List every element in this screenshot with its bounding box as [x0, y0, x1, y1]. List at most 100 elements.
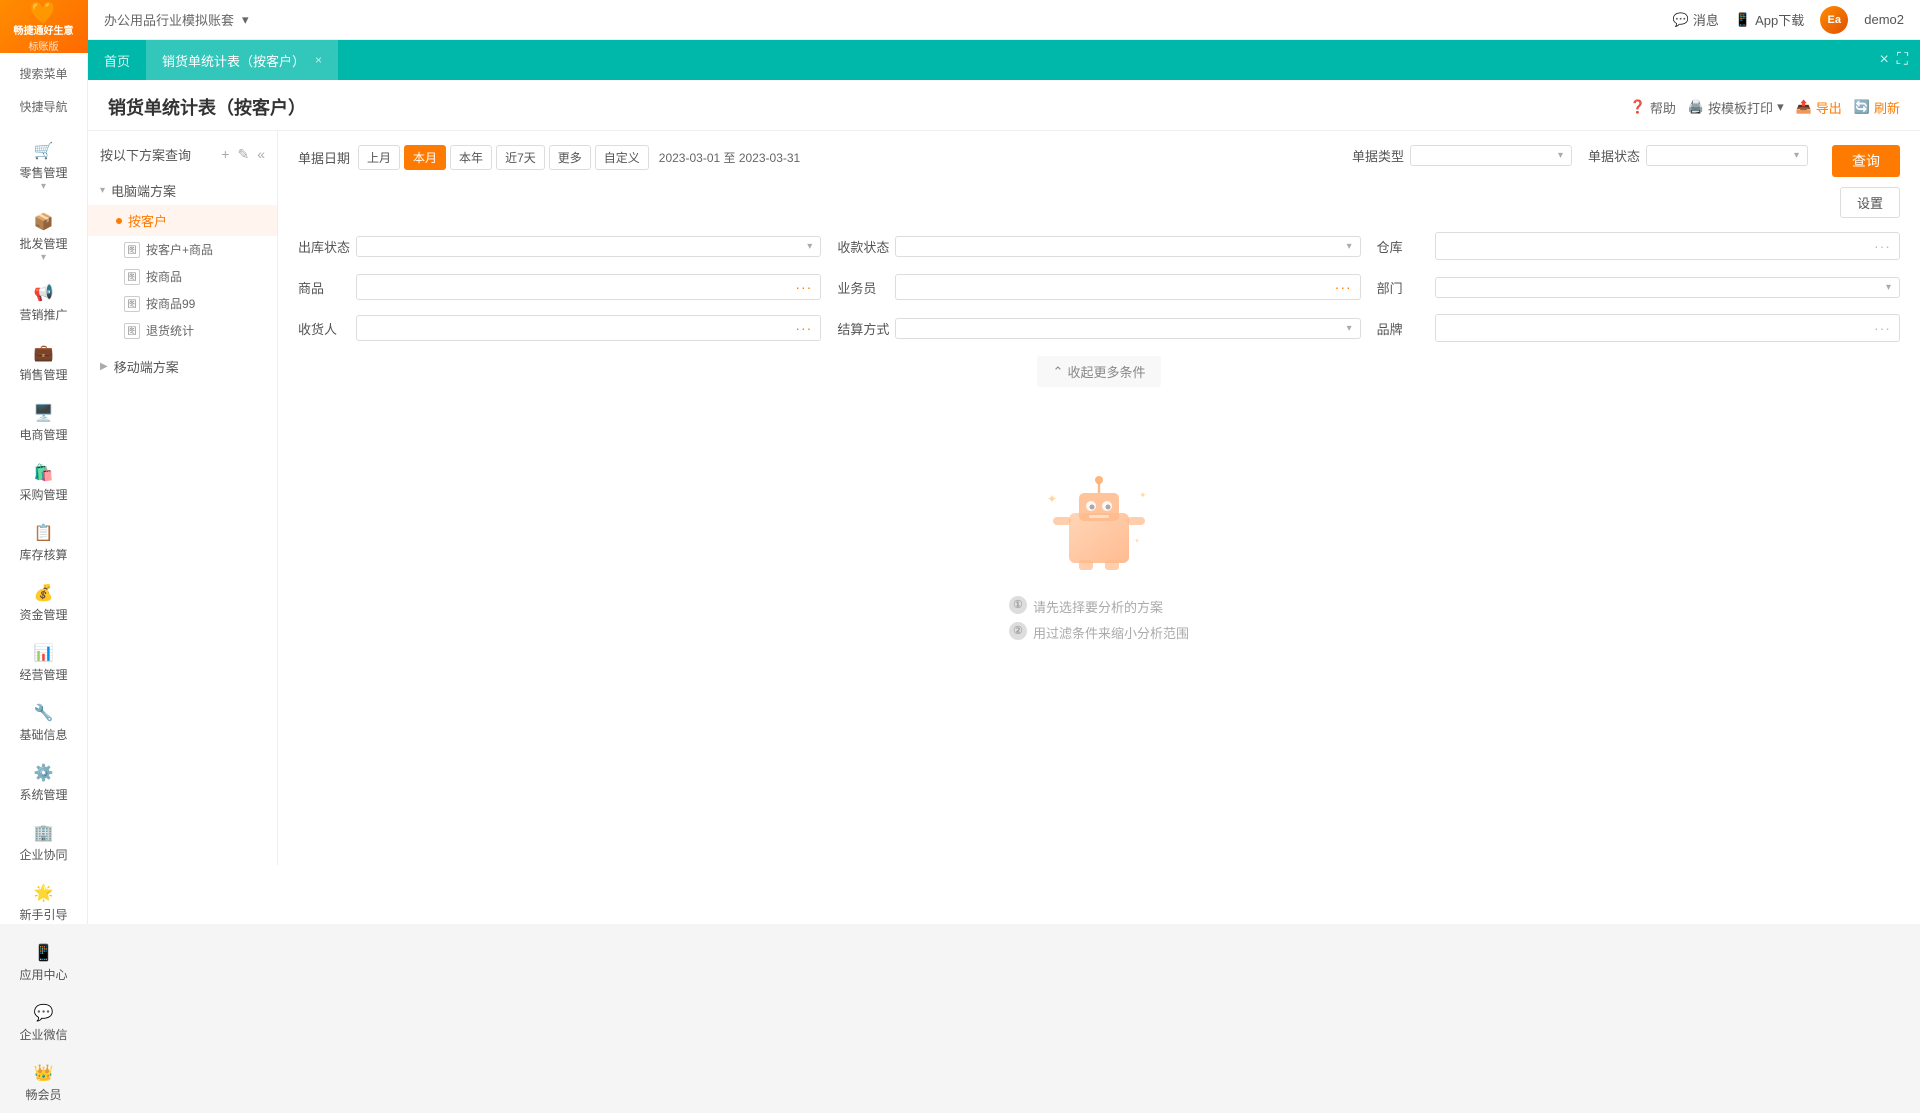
this-year-btn[interactable]: 本年	[450, 145, 492, 170]
resize-window-icon[interactable]: ⛶	[1897, 51, 1908, 69]
print-label: 按模板打印	[1708, 98, 1773, 117]
tab-home[interactable]: 首页	[88, 40, 146, 80]
settlement-arrow: ▾	[1347, 323, 1352, 334]
receiver-label: 收货人	[298, 319, 348, 338]
sidebar-item-operations[interactable]: 📊 经营管理	[0, 633, 87, 693]
sidebar-search-menu[interactable]: 搜索菜单	[0, 53, 87, 90]
empty-tips: ① 请先选择要分析的方案 ② 用过滤条件来缩小分析范围	[1009, 595, 1189, 647]
message-btn[interactable]: 💬 消息	[1673, 10, 1719, 29]
out-status-select[interactable]: ▾	[356, 236, 821, 257]
scheme-sub-goods[interactable]: 图 按商品	[88, 263, 277, 290]
out-status-label: 出库状态	[298, 237, 348, 256]
avatar[interactable]: Ea	[1820, 6, 1848, 34]
filter-row-2: 出库状态 ▾ 收款状态 ▾ 仓库	[298, 232, 1900, 260]
more-date-btn[interactable]: 更多	[549, 145, 591, 170]
refresh-btn[interactable]: 🔄 刷新	[1854, 98, 1900, 117]
salesperson-filter: 业务员 ···	[837, 274, 1360, 300]
scheme-sub-return[interactable]: 图 退货统计	[88, 317, 277, 344]
settlement-select[interactable]: ▾	[895, 318, 1360, 339]
sidebar-member-label: 畅会员	[0, 1086, 87, 1103]
department-select[interactable]: ▾	[1435, 277, 1900, 298]
sidebar-item-inventory[interactable]: 📋 库存核算	[0, 513, 87, 573]
sidebar-item-purchase[interactable]: 🛍️ 采购管理	[0, 453, 87, 513]
scheme-sub-customer-goods[interactable]: 图 按客户+商品	[88, 236, 277, 263]
receiver-select[interactable]: ···	[356, 315, 821, 341]
sidebar-wholesale-label: 批发管理	[0, 235, 87, 252]
date-label: 单据日期	[298, 148, 350, 167]
tab-close-btn[interactable]: ×	[315, 53, 322, 67]
scheme-edit-icon[interactable]: ✎	[237, 146, 249, 163]
scheme-add-icon[interactable]: +	[221, 146, 229, 163]
logo-title: 畅捷通好生意	[14, 26, 74, 38]
sidebar-appcenter-label: 应用中心	[0, 966, 87, 983]
refresh-label: 刷新	[1874, 98, 1900, 117]
home-tab-label: 首页	[104, 51, 130, 70]
scheme-item-customer[interactable]: 按客户	[88, 205, 277, 236]
sidebar-item-basic[interactable]: 🔧 基础信息	[0, 693, 87, 753]
collapse-more-btn[interactable]: ⌃ 收起更多条件	[1037, 356, 1162, 387]
scheme-desktop-title[interactable]: ▾ 电脑端方案	[88, 176, 277, 205]
industry-selector[interactable]: 办公用品行业模拟账套 ▾	[104, 10, 249, 29]
brand-select[interactable]: ···	[1435, 314, 1900, 342]
doc-status-arrow: ▾	[1794, 150, 1799, 161]
help-btn[interactable]: ❓ 帮助	[1630, 98, 1676, 117]
mobile-group-label: 移动端方案	[114, 357, 179, 376]
query-btn[interactable]: 查询	[1832, 145, 1900, 177]
salesperson-select[interactable]: ···	[895, 274, 1360, 300]
page-content: 销货单统计表（按客户） ❓ 帮助 🖨️ 按模板打印 ▾ 📤 导出 🔄 刷新	[88, 80, 1920, 924]
last-month-btn[interactable]: 上月	[358, 145, 400, 170]
tip1-num: ①	[1009, 596, 1027, 614]
sidebar-item-sales[interactable]: 💼 销售管理	[0, 333, 87, 393]
sidebar-item-wechat[interactable]: 💬 企业微信	[0, 993, 87, 1053]
main-area: 办公用品行业模拟账套 ▾ 💬 消息 📱 App下载 Ea demo2 首页 销货…	[88, 0, 1920, 924]
receipt-status-select[interactable]: ▾	[895, 236, 1360, 257]
doc-type-arrow: ▾	[1558, 150, 1563, 161]
sidebar-item-enterprise[interactable]: 🏢 企业协同	[0, 813, 87, 873]
export-btn[interactable]: 📤 导出	[1796, 98, 1842, 117]
scheme-collapse-icon[interactable]: «	[257, 146, 265, 163]
sidebar-ecommerce-label: 电商管理	[0, 426, 87, 443]
department-filter: 部门 ▾	[1377, 277, 1900, 298]
sidebar-item-wholesale[interactable]: 📦 批发管理 ▾	[0, 202, 87, 273]
sidebar-wechat-label: 企业微信	[0, 1026, 87, 1043]
goods-icon: 图	[124, 269, 140, 285]
scheme-mobile-title[interactable]: ▶ 移动端方案	[88, 352, 277, 381]
tab-active[interactable]: 销货单统计表（按客户） ×	[146, 40, 338, 80]
tip2-num: ②	[1009, 622, 1027, 640]
sidebar-item-finance[interactable]: 💰 资金管理	[0, 573, 87, 633]
sidebar-item-member[interactable]: 👑 畅会员	[0, 1053, 87, 1113]
sidebar-item-retail[interactable]: 🛒 零售管理 ▾	[0, 131, 87, 202]
appcenter-icon: 📱	[0, 943, 87, 963]
doc-status-select[interactable]: ▾	[1646, 145, 1808, 166]
close-window-icon[interactable]: ×	[1879, 51, 1888, 69]
sidebar-item-ecommerce[interactable]: 🖥️ 电商管理	[0, 393, 87, 453]
this-month-btn[interactable]: 本月	[404, 145, 446, 170]
recent7-btn[interactable]: 近7天	[496, 145, 545, 170]
sidebar-finance-label: 资金管理	[0, 606, 87, 623]
settings-btn[interactable]: 设置	[1840, 187, 1900, 218]
date-control: 上月 本月 本年 近7天 更多 自定义 2023-03-01 至 2023-03…	[358, 145, 800, 170]
sidebar-quick-nav[interactable]: 快捷导航	[0, 90, 87, 123]
sidebar-item-newbie[interactable]: 🌟 新手引导	[0, 873, 87, 933]
department-label: 部门	[1377, 278, 1427, 297]
scheme-sub-goods99[interactable]: 图 按商品99	[88, 290, 277, 317]
sidebar-item-appcenter[interactable]: 📱 应用中心	[0, 933, 87, 993]
goods-select[interactable]: ···	[356, 274, 821, 300]
sidebar-logo[interactable]: 🧡 畅捷通好生意 标账版	[0, 0, 88, 53]
sidebar-newbie-label: 新手引导	[0, 906, 87, 923]
message-icon: 💬	[1673, 12, 1689, 28]
sidebar-basic-label: 基础信息	[0, 726, 87, 743]
sidebar-item-system[interactable]: ⚙️ 系统管理	[0, 753, 87, 813]
desktop-arrow: ▾	[100, 185, 105, 196]
scheme-mobile-group: ▶ 移动端方案	[88, 348, 277, 385]
warehouse-select[interactable]: ···	[1435, 232, 1900, 260]
app-download-label: App下载	[1755, 10, 1804, 29]
print-btn[interactable]: 🖨️ 按模板打印 ▾	[1688, 98, 1784, 117]
app-download-btn[interactable]: 📱 App下载	[1735, 10, 1804, 29]
doc-type-select[interactable]: ▾	[1410, 145, 1572, 166]
custom-date-btn[interactable]: 自定义	[595, 145, 649, 170]
purchase-icon: 🛍️	[0, 463, 87, 483]
goods-dots: ···	[795, 279, 812, 295]
svg-text:✦: ✦	[1047, 492, 1057, 506]
sidebar-item-marketing[interactable]: 📢 营销推广	[0, 273, 87, 333]
